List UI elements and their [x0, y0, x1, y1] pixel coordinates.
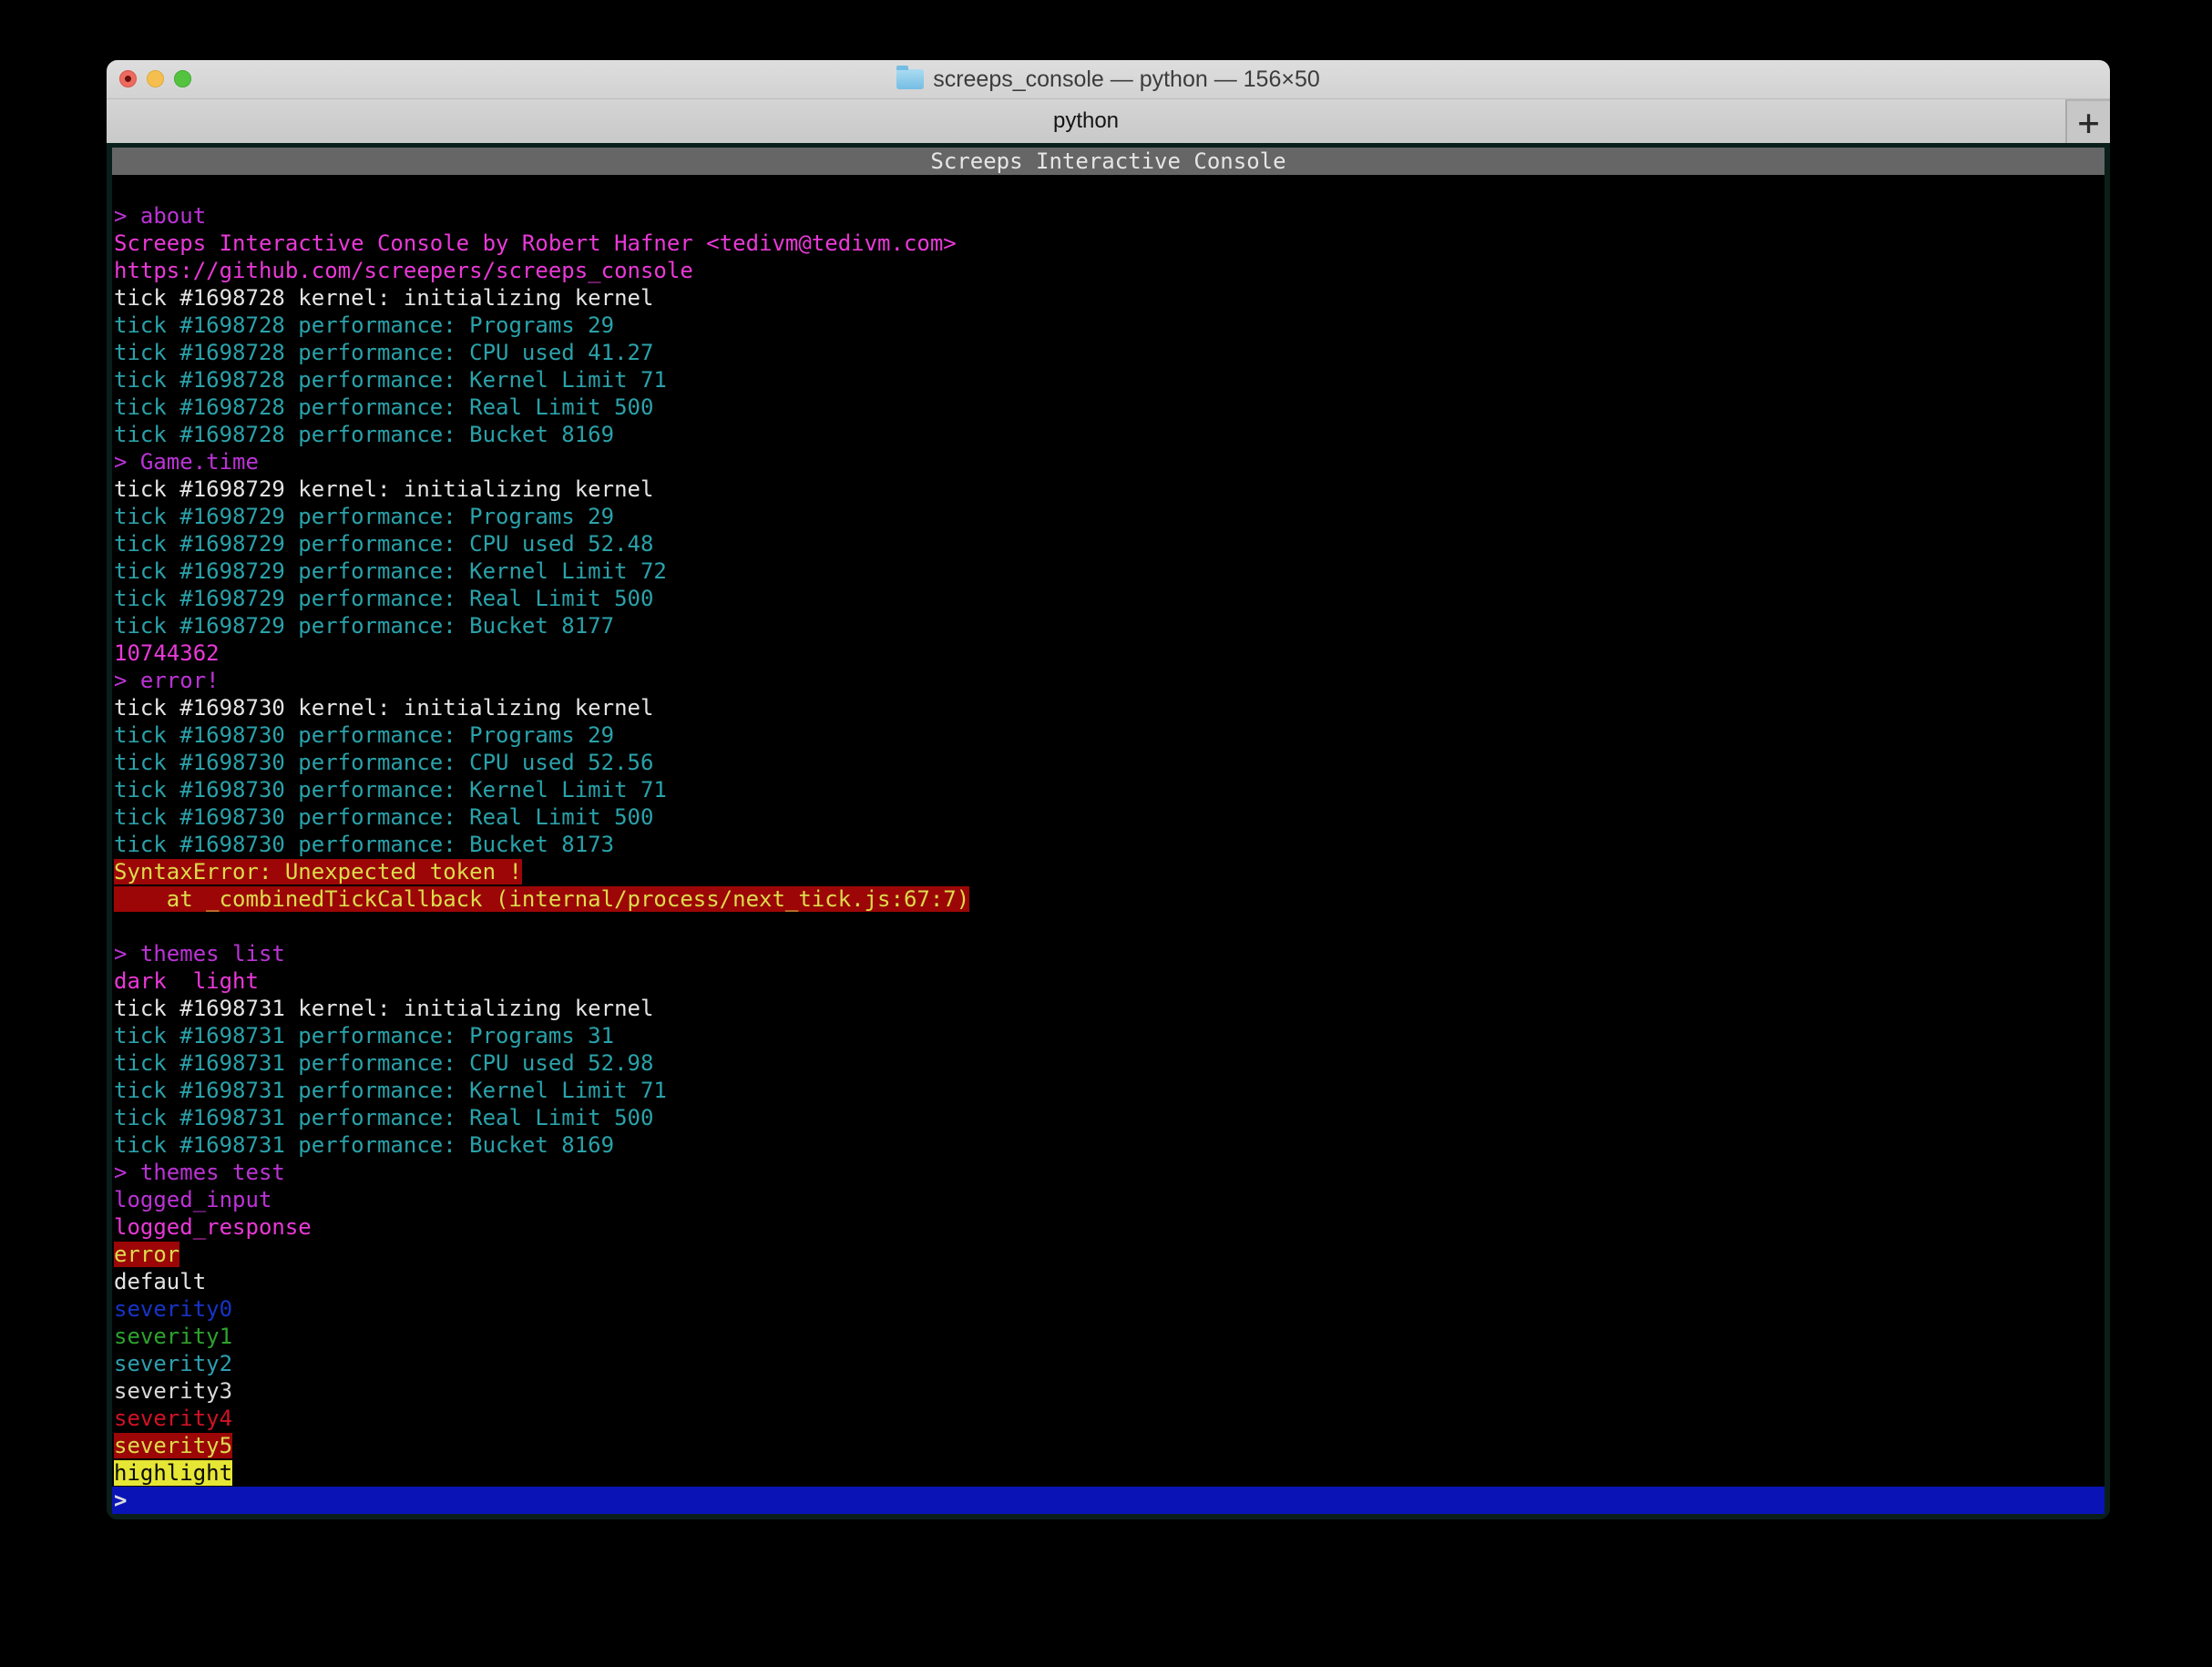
terminal-line: tick #1698731 performance: Programs 31 [112, 1022, 2104, 1049]
terminal-line: tick #1698729 performance: Bucket 8177 [112, 612, 2104, 639]
terminal-line: severity4 [112, 1405, 2104, 1432]
plus-icon: + [2077, 105, 2099, 141]
terminal-line: severity0 [112, 1295, 2104, 1323]
console-output: > aboutScreeps Interactive Console by Ro… [112, 175, 2104, 1514]
terminal-line: severity1 [112, 1323, 2104, 1350]
terminal-line: Screeps Interactive Console by Robert Ha… [112, 230, 2104, 257]
terminal-line: tick #1698731 performance: Bucket 8169 [112, 1131, 2104, 1159]
new-tab-button[interactable]: + [2065, 99, 2110, 144]
terminal-line [112, 175, 2104, 202]
terminal-line: severity3 [112, 1377, 2104, 1405]
terminal-line: tick #1698728 kernel: initializing kerne… [112, 284, 2104, 312]
terminal-line: tick #1698728 performance: Kernel Limit … [112, 366, 2104, 394]
terminal-line: tick #1698730 performance: CPU used 52.5… [112, 749, 2104, 776]
terminal-line: default [112, 1268, 2104, 1295]
terminal-line: > themes test [112, 1159, 2104, 1186]
terminal-frame: Screeps Interactive Console > aboutScree… [107, 143, 2110, 1519]
terminal-line: tick #1698731 performance: Real Limit 50… [112, 1104, 2104, 1131]
terminal-line: > error! [112, 667, 2104, 694]
minimize-button[interactable] [147, 70, 164, 87]
terminal-line: tick #1698730 performance: Bucket 8173 [112, 831, 2104, 858]
terminal-line: tick #1698728 performance: CPU used 41.2… [112, 339, 2104, 366]
terminal-line: tick #1698729 performance: Programs 29 [112, 503, 2104, 530]
zoom-button[interactable] [174, 70, 191, 87]
terminal-line: tick #1698729 performance: Kernel Limit … [112, 557, 2104, 585]
close-button[interactable] [119, 70, 137, 87]
terminal-line: tick #1698729 kernel: initializing kerne… [112, 476, 2104, 503]
tab-label: python [1053, 108, 1119, 134]
terminal-line: severity5 [112, 1432, 2104, 1459]
terminal-line: https://github.com/screepers/screeps_con… [112, 257, 2104, 284]
terminal-line: dark light [112, 967, 2104, 995]
console-header: Screeps Interactive Console [112, 148, 2104, 175]
terminal-line: tick #1698730 kernel: initializing kerne… [112, 694, 2104, 721]
terminal-line: > Game.time [112, 448, 2104, 476]
title-bar: screeps_console — python — 156×50 [107, 60, 2110, 98]
terminal-line: logged_response [112, 1213, 2104, 1241]
terminal-line: > themes list [112, 940, 2104, 967]
terminal-content: Screeps Interactive Console > aboutScree… [112, 148, 2104, 1514]
prompt-line[interactable]: > [112, 1487, 2104, 1514]
tab-python[interactable]: python [107, 99, 2065, 143]
terminal-line: highlight [112, 1459, 2104, 1487]
terminal-line: SyntaxError: Unexpected token ! [112, 858, 2104, 885]
terminal-line: severity2 [112, 1350, 2104, 1377]
terminal-line: tick #1698728 performance: Real Limit 50… [112, 394, 2104, 421]
terminal-line: logged_input [112, 1186, 2104, 1213]
terminal-line: tick #1698730 performance: Real Limit 50… [112, 803, 2104, 831]
terminal-line: tick #1698731 performance: CPU used 52.9… [112, 1049, 2104, 1077]
terminal-line: tick #1698730 performance: Programs 29 [112, 721, 2104, 749]
terminal-line: at _combinedTickCallback (internal/proce… [112, 885, 2104, 913]
terminal-line: tick #1698731 performance: Kernel Limit … [112, 1077, 2104, 1104]
terminal-line: tick #1698728 performance: Bucket 8169 [112, 421, 2104, 448]
window-title: screeps_console — python — 156×50 [933, 66, 1320, 93]
terminal-window: screeps_console — python — 156×50 python… [107, 60, 2110, 1519]
terminal-line: > about [112, 202, 2104, 230]
terminal-line: tick #1698730 performance: Kernel Limit … [112, 776, 2104, 803]
terminal-line: tick #1698731 kernel: initializing kerne… [112, 995, 2104, 1022]
terminal-line: error [112, 1241, 2104, 1268]
screenshot-root: { "window": { "title": "screeps_console … [0, 0, 2212, 1667]
terminal-line: tick #1698728 performance: Programs 29 [112, 312, 2104, 339]
terminal-line: tick #1698729 performance: CPU used 52.4… [112, 530, 2104, 557]
folder-icon [896, 69, 924, 89]
terminal-line: tick #1698729 performance: Real Limit 50… [112, 585, 2104, 612]
terminal-line: 10744362 [112, 639, 2104, 667]
terminal-line [112, 913, 2104, 940]
tab-bar: python + [107, 98, 2110, 143]
